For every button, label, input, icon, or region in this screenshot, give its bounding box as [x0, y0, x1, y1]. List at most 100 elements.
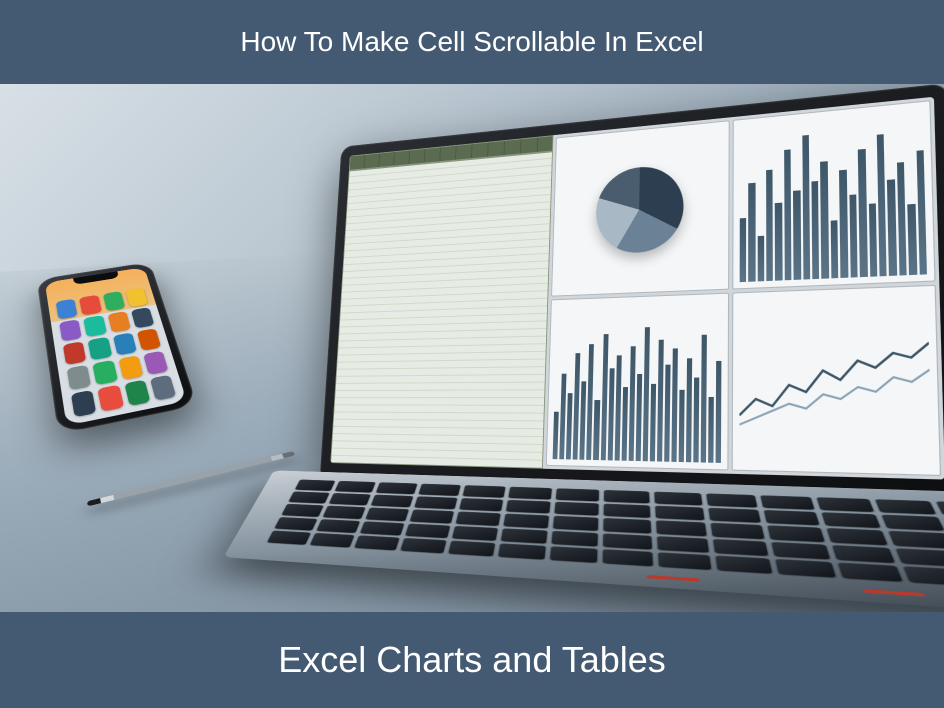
bar — [802, 135, 810, 279]
app-icon — [79, 295, 101, 316]
keyboard-key — [506, 500, 551, 514]
keyboard-key — [462, 485, 505, 498]
bar — [908, 204, 917, 275]
hero-illustration — [0, 84, 944, 612]
bar — [877, 134, 887, 275]
bar — [831, 220, 839, 278]
keyboard-key — [503, 514, 549, 528]
laptop — [259, 84, 944, 612]
keyboard-key — [771, 542, 830, 560]
keyboard-key — [896, 548, 944, 567]
app-icon — [102, 291, 125, 311]
keyboard-key — [329, 493, 371, 505]
keyboard-key — [711, 523, 765, 539]
keyboard-key — [713, 539, 768, 556]
keyboard-key — [832, 545, 895, 563]
app-icon — [67, 365, 92, 391]
keyboard-key — [882, 515, 944, 531]
footer-banner: Excel Charts and Tables — [0, 612, 944, 708]
app-icon — [88, 337, 112, 360]
bar — [916, 150, 927, 274]
keyboard-key — [365, 508, 409, 521]
keyboard-key — [551, 531, 598, 547]
keyboard-key — [267, 530, 311, 544]
keyboard-key — [768, 525, 825, 541]
keyboard-key — [371, 495, 414, 508]
app-icon — [56, 299, 78, 320]
bar — [642, 327, 649, 461]
spreadsheet-panel — [330, 135, 554, 469]
keyboard-key — [376, 482, 418, 494]
bar — [849, 195, 858, 277]
bar — [748, 183, 755, 281]
bar — [657, 339, 664, 461]
keyboard-key — [295, 479, 335, 491]
keyboard-key — [452, 526, 498, 541]
accent-light — [862, 589, 925, 597]
bar — [708, 397, 714, 463]
keyboard-key — [761, 495, 815, 510]
bar — [775, 203, 782, 280]
bar — [887, 179, 897, 276]
keyboard-key — [875, 499, 936, 514]
bar — [700, 335, 706, 463]
keyboard-key — [604, 504, 651, 518]
keyboard-key — [603, 549, 653, 566]
bar — [739, 218, 746, 282]
keyboard-key — [716, 555, 773, 573]
bar — [628, 346, 635, 461]
bar — [621, 387, 627, 461]
app-icon — [98, 385, 124, 412]
pie-chart-pane — [551, 120, 729, 296]
bar — [607, 368, 614, 460]
bar — [686, 358, 692, 462]
keyboard-key — [498, 543, 546, 559]
keyboard-key — [707, 493, 758, 507]
keyboard-key — [554, 502, 599, 516]
line-chart-pane — [731, 284, 941, 476]
keyboard-key — [549, 546, 598, 563]
keyboard-key — [888, 531, 944, 548]
bar — [757, 236, 764, 281]
bar — [821, 162, 829, 279]
bar — [858, 149, 868, 277]
keyboard-key — [360, 521, 404, 535]
app-icon — [83, 315, 106, 337]
keyboard-key — [448, 540, 495, 556]
app-icon — [63, 341, 87, 365]
keyboard-key — [656, 506, 705, 521]
keyboard-key — [354, 535, 399, 550]
bar — [566, 394, 573, 460]
keyboard-key — [310, 533, 355, 548]
keyboard-key — [282, 504, 324, 517]
keyboard-key — [555, 488, 599, 501]
app-icon — [107, 311, 131, 333]
bar — [593, 400, 599, 460]
app-icon — [125, 287, 148, 307]
keyboard-key — [658, 552, 711, 570]
keyboard-key — [414, 496, 457, 509]
footer-title: Excel Charts and Tables — [278, 639, 666, 681]
bar — [664, 365, 670, 462]
bar — [693, 377, 699, 462]
bar — [868, 203, 877, 276]
header-banner: How To Make Cell Scrollable In Excel — [0, 0, 944, 84]
keyboard-key — [508, 487, 552, 500]
keyboard-key — [288, 491, 329, 503]
bar — [635, 374, 642, 461]
keyboard-key — [335, 481, 376, 493]
keyboard-key — [827, 528, 888, 545]
bar-chart-pane-1 — [732, 100, 936, 289]
spreadsheet-grid — [330, 151, 553, 468]
keyboard-key — [817, 497, 875, 512]
app-icon — [59, 319, 82, 341]
laptop-bezel — [320, 84, 944, 494]
keyboard-key — [903, 566, 944, 586]
bar — [580, 381, 587, 460]
app-icon — [112, 332, 136, 355]
keyboard-key — [274, 517, 317, 531]
accent-light — [646, 575, 699, 582]
charts-panel — [543, 97, 944, 480]
keyboard-key — [838, 562, 903, 581]
app-icon — [131, 307, 155, 328]
